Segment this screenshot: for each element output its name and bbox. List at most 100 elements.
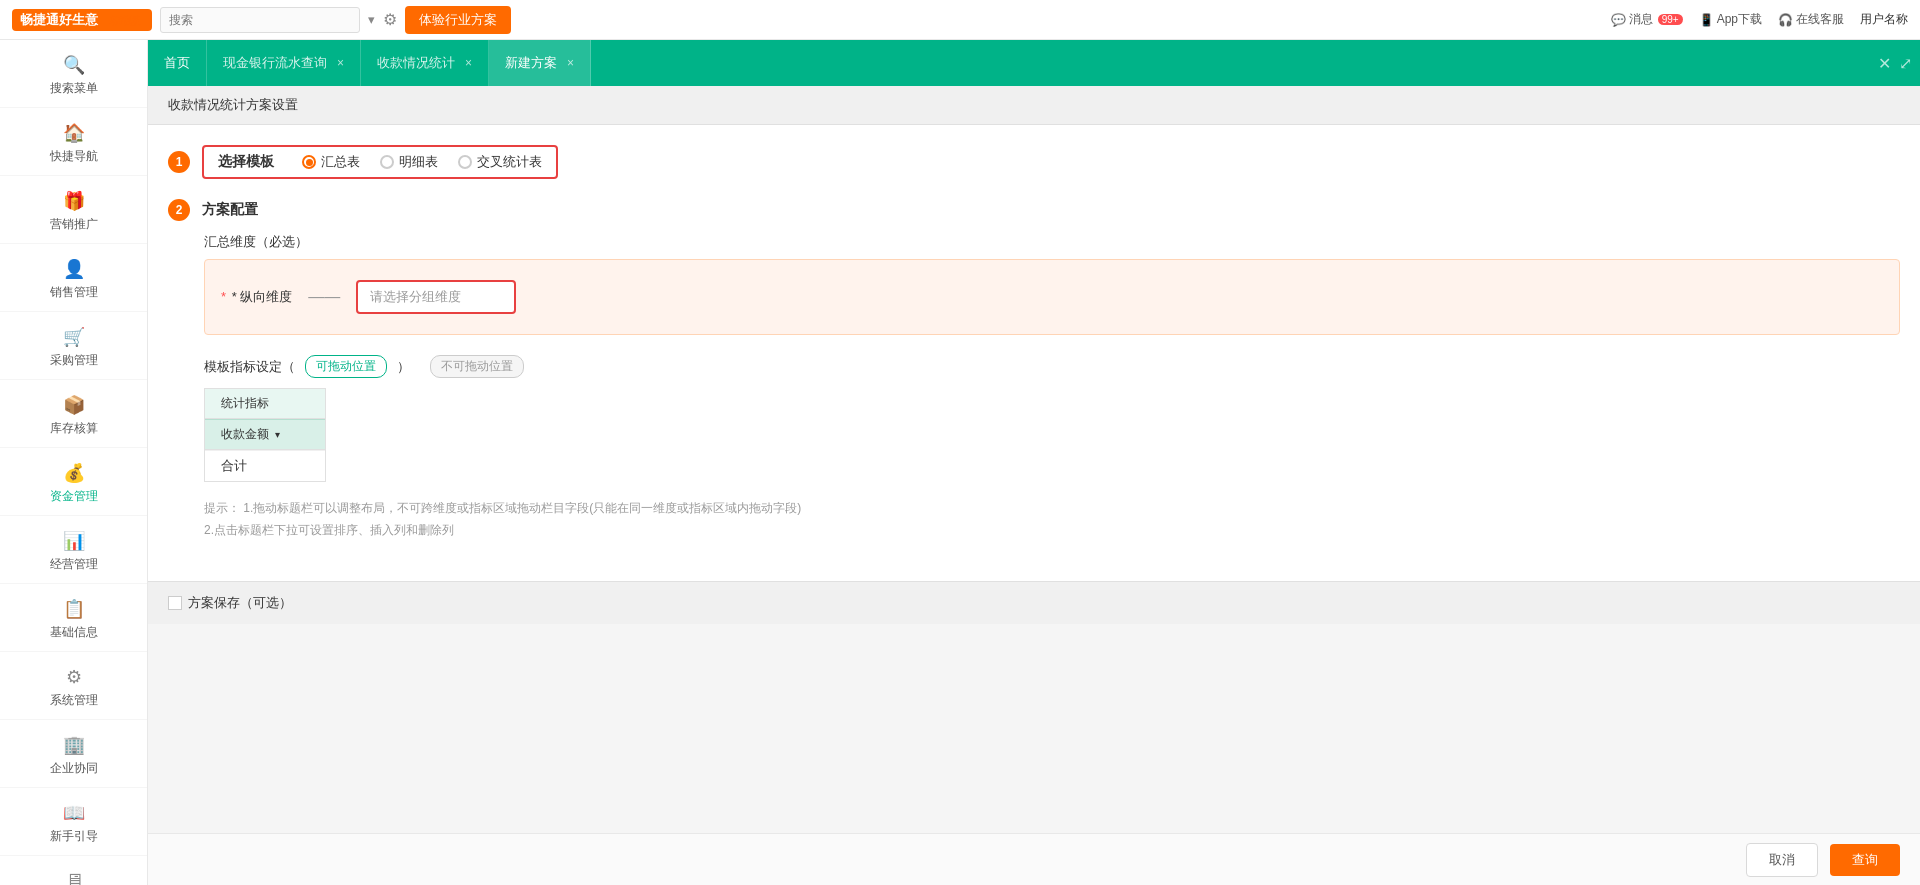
sidebar-item-label: 基础信息 [50, 624, 98, 641]
window-expand-btn[interactable]: ⤢ [1899, 54, 1912, 73]
radio-summary[interactable]: 汇总表 [302, 153, 360, 171]
window-close-btn[interactable]: ✕ [1878, 54, 1891, 73]
user-name[interactable]: 用户名称 [1860, 11, 1908, 28]
indicator-table-header: 统计指标 [205, 389, 325, 419]
radio-summary-label: 汇总表 [321, 153, 360, 171]
tab-home-label: 首页 [164, 54, 190, 72]
hardware-icon: 🖥 [65, 870, 83, 885]
tab-bank-flow[interactable]: 现金银行流水查询 × [207, 40, 361, 86]
sidebar-item-label: 库存核算 [50, 420, 98, 437]
guide-icon: 📖 [63, 802, 85, 824]
dimension-select[interactable]: 请选择分组维度 [356, 280, 516, 314]
main-layout: 🔍 搜索菜单 🏠 快捷导航 🎁 营销推广 👤 销售管理 🛒 采购管理 📦 库存核… [0, 40, 1920, 885]
radio-summary-circle [302, 155, 316, 169]
message-btn[interactable]: 💬 消息 99+ [1611, 11, 1683, 28]
sidebar-item-hardware[interactable]: 🖥 智能硬件 [0, 856, 147, 885]
indicator-table: 统计指标 收款金额 ▾ 合计 [204, 388, 326, 482]
search-menu-icon: 🔍 [63, 54, 85, 76]
sidebar-item-label: 资金管理 [50, 488, 98, 505]
sidebar-item-finance[interactable]: 💰 资金管理 [0, 448, 147, 516]
template-radio-group: 选择模板 汇总表 明细表 交叉统计表 [202, 145, 558, 179]
sales-icon: 👤 [63, 258, 85, 280]
dimension-arrow: —— [308, 288, 340, 306]
tab-bank-flow-label: 现金银行流水查询 [223, 54, 327, 72]
sidebar-item-search-menu[interactable]: 🔍 搜索菜单 [0, 40, 147, 108]
purchase-icon: 🛒 [63, 326, 85, 348]
download-icon: 📱 [1699, 13, 1714, 27]
tab-collection-stat-label: 收款情况统计 [377, 54, 455, 72]
message-badge: 99+ [1658, 14, 1683, 25]
sidebar-item-guide[interactable]: 📖 新手引导 [0, 788, 147, 856]
sidebar-item-label: 经营管理 [50, 556, 98, 573]
sidebar-item-label: 快捷导航 [50, 148, 98, 165]
sidebar-item-label: 采购管理 [50, 352, 98, 369]
sidebar-item-operations[interactable]: 📊 经营管理 [0, 516, 147, 584]
tab-collection-stat[interactable]: 收款情况统计 × [361, 40, 489, 86]
step2-title: 方案配置 [202, 201, 258, 219]
basics-icon: 📋 [63, 598, 85, 620]
query-button[interactable]: 查询 [1830, 844, 1900, 876]
column-header[interactable]: 收款金额 ▾ [205, 419, 325, 450]
message-icon: 💬 [1611, 13, 1626, 27]
radio-crosstab[interactable]: 交叉统计表 [458, 153, 542, 171]
radio-detail[interactable]: 明细表 [380, 153, 438, 171]
sidebar-item-basics[interactable]: 📋 基础信息 [0, 584, 147, 652]
save-checkbox-label: 方案保存（可选） [188, 594, 292, 612]
step1-row: 1 选择模板 汇总表 明细表 [168, 145, 1900, 179]
collab-icon: 🏢 [63, 734, 85, 756]
dropdown-icon[interactable]: ▾ [368, 12, 375, 27]
page-header: 收款情况统计方案设置 [148, 86, 1920, 125]
indicator-label-row: 模板指标设定（ 可拖动位置 ） 不可拖动位置 [204, 355, 1900, 378]
indicator-table-cell: 合计 [205, 450, 325, 481]
sidebar-item-purchase[interactable]: 🛒 采购管理 [0, 312, 147, 380]
edition-badge: 标准版 [106, 14, 144, 27]
sidebar-item-marketing[interactable]: 🎁 营销推广 [0, 176, 147, 244]
sidebar-item-label: 系统管理 [50, 692, 98, 709]
search-input[interactable] [160, 7, 360, 33]
sidebar-item-label: 营销推广 [50, 216, 98, 233]
tips-section: 提示： 1.拖动标题栏可以调整布局，不可跨维度或指标区域拖动栏目字段(只能在同一… [204, 498, 1900, 541]
step2-row: 2 方案配置 [168, 199, 1900, 221]
tab-home[interactable]: 首页 [148, 40, 207, 86]
vertical-dimension-label: * * 纵向维度 [221, 288, 292, 306]
download-btn[interactable]: 📱 App下载 [1699, 11, 1762, 28]
tab-spacer [591, 40, 1870, 86]
tabbar: 首页 现金银行流水查询 × 收款情况统计 × 新建方案 × ✕ ⤢ [148, 40, 1920, 86]
page-body: 1 选择模板 汇总表 明细表 [148, 125, 1920, 581]
industry-btn[interactable]: 体验行业方案 [405, 6, 511, 34]
sidebar-item-system[interactable]: ⚙ 系统管理 [0, 652, 147, 720]
page-header-title: 收款情况统计方案设置 [168, 97, 298, 112]
sidebar: 🔍 搜索菜单 🏠 快捷导航 🎁 营销推广 👤 销售管理 🛒 采购管理 📦 库存核… [0, 40, 148, 885]
sidebar-item-label: 企业协同 [50, 760, 98, 777]
step2-number: 2 [168, 199, 190, 221]
step2-content: 汇总维度（必选） * * 纵向维度 —— 请选择分组维度 [168, 233, 1900, 541]
quick-nav-icon: 🏠 [63, 122, 85, 144]
settings-icon[interactable]: ⚙ [383, 10, 397, 29]
topbar-actions: 💬 消息 99+ 📱 App下载 🎧 在线客服 用户名称 [1611, 11, 1908, 28]
sidebar-item-sales[interactable]: 👤 销售管理 [0, 244, 147, 312]
tab-new-plan[interactable]: 新建方案 × [489, 40, 591, 86]
tip-line-1: 提示： 1.拖动标题栏可以调整布局，不可跨维度或指标区域拖动栏目字段(只能在同一… [204, 498, 1900, 520]
tab-collection-stat-close[interactable]: × [465, 56, 472, 70]
dimension-area: * * 纵向维度 —— 请选择分组维度 [204, 259, 1900, 335]
movable-tag[interactable]: 可拖动位置 [305, 355, 387, 378]
not-movable-tag: 不可拖动位置 [430, 355, 524, 378]
radio-crosstab-circle [458, 155, 472, 169]
save-checkbox[interactable]: 方案保存（可选） [168, 594, 292, 612]
service-btn[interactable]: 🎧 在线客服 [1778, 11, 1844, 28]
cancel-button[interactable]: 取消 [1746, 843, 1818, 877]
tip-line-2: 2.点击标题栏下拉可设置排序、插入列和删除列 [204, 520, 1900, 542]
tab-new-plan-close[interactable]: × [567, 56, 574, 70]
dimension-row: * * 纵向维度 —— 请选择分组维度 [221, 280, 1883, 314]
radio-detail-label: 明细表 [399, 153, 438, 171]
finance-icon: 💰 [63, 462, 85, 484]
sidebar-item-collab[interactable]: 🏢 企业协同 [0, 720, 147, 788]
sidebar-item-quick-nav[interactable]: 🏠 快捷导航 [0, 108, 147, 176]
dimension-section-label: 汇总维度（必选） [204, 233, 1900, 251]
sidebar-item-inventory[interactable]: 📦 库存核算 [0, 380, 147, 448]
page-footer: 方案保存（可选） [148, 581, 1920, 624]
topbar: 畅捷通好生意 标准版 ▾ ⚙ 体验行业方案 💬 消息 99+ 📱 App下载 🎧… [0, 0, 1920, 40]
step1-title: 选择模板 [218, 153, 274, 171]
tab-bank-flow-close[interactable]: × [337, 56, 344, 70]
step1-section: 1 选择模板 汇总表 明细表 [168, 145, 1900, 179]
